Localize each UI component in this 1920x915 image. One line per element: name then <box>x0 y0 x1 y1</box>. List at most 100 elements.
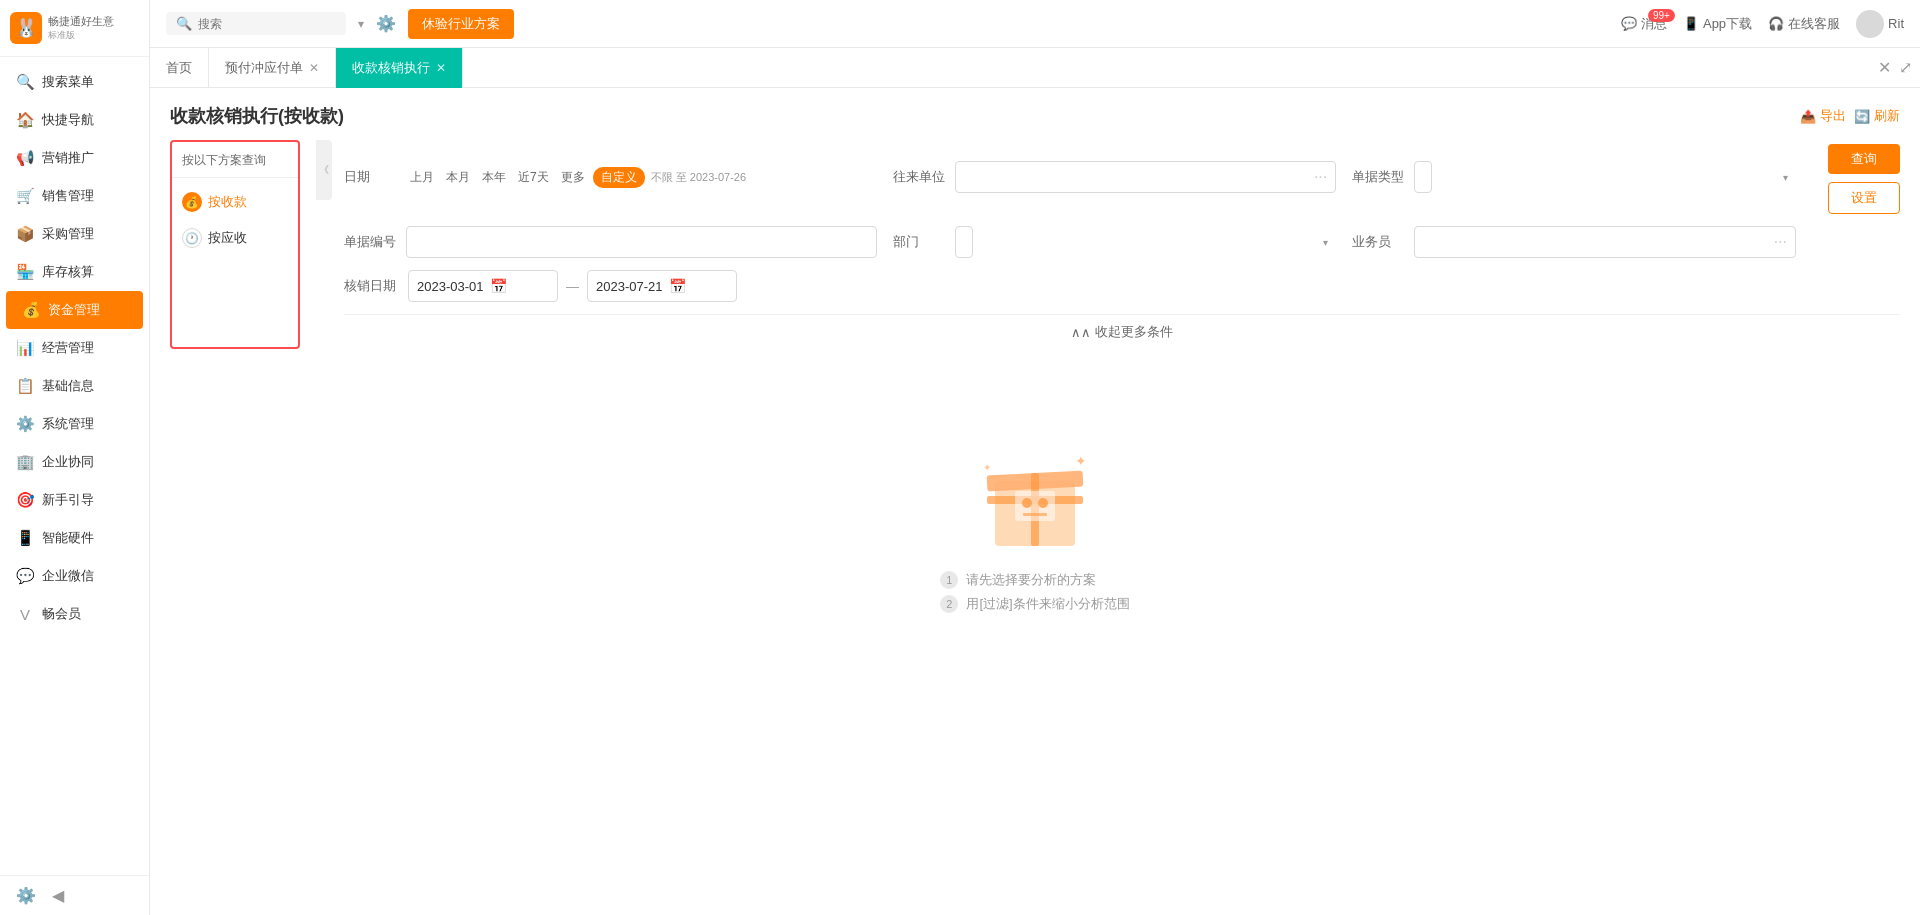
dept-select[interactable] <box>955 226 973 258</box>
filter-actions: 查询 设置 <box>1812 140 1900 214</box>
sidebar-item-guide[interactable]: 🎯 新手引导 <box>0 481 149 519</box>
system-icon: ⚙️ <box>16 415 34 433</box>
sidebar-item-operation[interactable]: 📊经营管理 <box>0 329 149 367</box>
export-button[interactable]: 📤 导出 <box>1800 107 1846 125</box>
cancel-date-end-input[interactable]: 2023-07-21 📅 <box>587 270 737 302</box>
collapse-sidebar-icon[interactable]: ◀ <box>52 886 64 905</box>
topbar-chevron-icon[interactable]: ▾ <box>358 17 364 31</box>
guide-label: 新手引导 <box>42 491 94 509</box>
hardware-label: 智能硬件 <box>42 529 94 547</box>
docno-label: 单据编号 <box>344 233 400 251</box>
date-btn-7days[interactable]: 近7天 <box>514 167 553 188</box>
member-icon: V <box>16 606 34 623</box>
prepay-tab-close[interactable]: ✕ <box>309 61 319 75</box>
filter-row-1: 日期 上月 本月 本年 近7天 更多 自定义 不限 至 2023-07-26 <box>344 140 1900 214</box>
page-header: 收款核销执行(按收款) 📤 导出 🔄 刷新 <box>150 88 1920 128</box>
guide-icon: 🎯 <box>16 491 34 509</box>
svg-point-7 <box>1022 498 1032 508</box>
sidebar-item-inventory[interactable]: 🏪库存核算 <box>0 253 149 291</box>
operation-label: 经营管理 <box>42 339 94 357</box>
inventory-label: 库存核算 <box>42 263 94 281</box>
tabbar-expand-btn[interactable]: ⤢ <box>1899 58 1912 77</box>
doctype-select[interactable] <box>1414 161 1432 193</box>
export-label: 导出 <box>1820 107 1846 125</box>
svg-text:✦: ✦ <box>983 462 991 473</box>
sidebar-item-basic[interactable]: 📋基础信息 <box>0 367 149 405</box>
dept-label: 部门 <box>893 233 949 251</box>
staff-input[interactable]: ··· <box>1414 226 1796 258</box>
search-icon: 🔍 <box>16 73 34 91</box>
receipt-tab-label: 收款核销执行 <box>352 59 430 77</box>
tabbar: 首页 预付冲应付单 ✕ 收款核销执行 ✕ ✕ ⤢ <box>150 48 1920 88</box>
enterprise-label: 企业协同 <box>42 453 94 471</box>
quick-nav-label: 快捷导航 <box>42 111 94 129</box>
date-btn-more[interactable]: 更多 <box>557 167 589 188</box>
settings-button[interactable]: 设置 <box>1828 182 1900 214</box>
topbar-user[interactable]: Rit <box>1856 10 1904 38</box>
filter-collapse-btn[interactable]: 《 <box>316 140 332 200</box>
filter-counterpart-group: 往来单位 ··· <box>893 161 1337 193</box>
search-input[interactable] <box>198 17 328 31</box>
tab-home[interactable]: 首页 <box>150 48 209 88</box>
page-content: 收款核销执行(按收款) 📤 导出 🔄 刷新 按以下方案查询 <box>150 88 1920 915</box>
page-title: 收款核销执行(按收款) <box>170 104 344 128</box>
filter-date-group: 日期 上月 本月 本年 近7天 更多 自定义 不限 至 2023-07-26 <box>344 167 877 188</box>
cal-end-icon[interactable]: 📅 <box>669 278 686 294</box>
home-tab-label: 首页 <box>166 59 192 77</box>
docno-input[interactable] <box>406 226 877 258</box>
receipt-tab-close[interactable]: ✕ <box>436 61 446 75</box>
sidebar-item-enterprise[interactable]: 🏢企业协同 <box>0 443 149 481</box>
counterpart-input[interactable]: ··· <box>955 161 1337 193</box>
cancel-date-end-value: 2023-07-21 <box>596 279 663 294</box>
date-range-display: 不限 至 2023-07-26 <box>651 170 746 185</box>
sidebar-item-marketing[interactable]: 📢营销推广 <box>0 139 149 177</box>
filter-receivable-icon: 🕐 <box>182 228 202 248</box>
sidebar-item-search[interactable]: 🔍搜索菜单 <box>0 63 149 101</box>
query-button[interactable]: 查询 <box>1828 144 1900 174</box>
hint-num-1: 1 <box>940 571 958 589</box>
page-inner: 收款核销执行(按收款) 📤 导出 🔄 刷新 按以下方案查询 <box>150 88 1920 915</box>
topbar-msg[interactable]: 💬 消息 99+ <box>1621 15 1667 33</box>
filter-option-receivable[interactable]: 🕐 按应收 <box>172 220 298 256</box>
tab-prepay[interactable]: 预付冲应付单 ✕ <box>209 48 336 88</box>
refresh-button[interactable]: 🔄 刷新 <box>1854 107 1900 125</box>
svg-rect-9 <box>1023 513 1047 516</box>
empty-hint-1: 1 请先选择要分析的方案 <box>940 571 1129 589</box>
topbar-gear-icon[interactable]: ⚙️ <box>376 14 396 33</box>
doctype-label: 单据类型 <box>1352 168 1408 186</box>
settings-icon[interactable]: ⚙️ <box>16 886 36 905</box>
sidebar-item-member[interactable]: V 畅会员 <box>0 595 149 633</box>
date-btn-this-month[interactable]: 本月 <box>442 167 474 188</box>
cancel-date-start-value: 2023-03-01 <box>417 279 484 294</box>
finance-icon: 💰 <box>22 301 40 319</box>
date-btn-last-month[interactable]: 上月 <box>406 167 438 188</box>
date-btn-this-year[interactable]: 本年 <box>478 167 510 188</box>
date-btn-custom[interactable]: 自定义 <box>593 167 645 188</box>
filter-option-receipt[interactable]: 💰 按收款 <box>172 184 298 220</box>
marketing-icon: 📢 <box>16 149 34 167</box>
topbar-search-box[interactable]: 🔍 <box>166 12 346 35</box>
filter-receivable-label: 按应收 <box>208 229 247 247</box>
industry-btn[interactable]: 休验行业方案 <box>408 9 514 39</box>
basic-icon: 📋 <box>16 377 34 395</box>
tab-receipt-cancel[interactable]: 收款核销执行 ✕ <box>336 48 463 88</box>
filter-receipt-icon: 💰 <box>182 192 202 212</box>
sidebar-item-quick-nav[interactable]: 🏠快捷导航 <box>0 101 149 139</box>
sidebar-item-system[interactable]: ⚙️系统管理 <box>0 405 149 443</box>
doctype-select-wrapper <box>1414 161 1796 193</box>
sidebar-item-sales[interactable]: 🛒销售管理 <box>0 177 149 215</box>
topbar-service[interactable]: 🎧 在线客服 <box>1768 15 1840 33</box>
sidebar-item-finance[interactable]: 💰资金管理 <box>6 291 143 329</box>
cal-start-icon[interactable]: 📅 <box>490 278 507 294</box>
sidebar-bottom: ⚙️ ◀ <box>0 875 149 915</box>
search-icon: 🔍 <box>176 16 192 31</box>
tabbar-close-btn[interactable]: ✕ <box>1878 58 1891 77</box>
cancel-date-start-input[interactable]: 2023-03-01 📅 <box>408 270 558 302</box>
sidebar-item-purchase[interactable]: 📦采购管理 <box>0 215 149 253</box>
member-label: 畅会员 <box>42 605 81 623</box>
topbar-app-download[interactable]: 📱 App下载 <box>1683 15 1752 33</box>
topbar-right: 💬 消息 99+ 📱 App下载 🎧 在线客服 Rit <box>1621 10 1904 38</box>
collapse-more-btn[interactable]: ∧∧ 收起更多条件 <box>344 314 1900 349</box>
sidebar-item-hardware[interactable]: 📱智能硬件 <box>0 519 149 557</box>
sidebar-item-wechat[interactable]: 💬企业微信 <box>0 557 149 595</box>
